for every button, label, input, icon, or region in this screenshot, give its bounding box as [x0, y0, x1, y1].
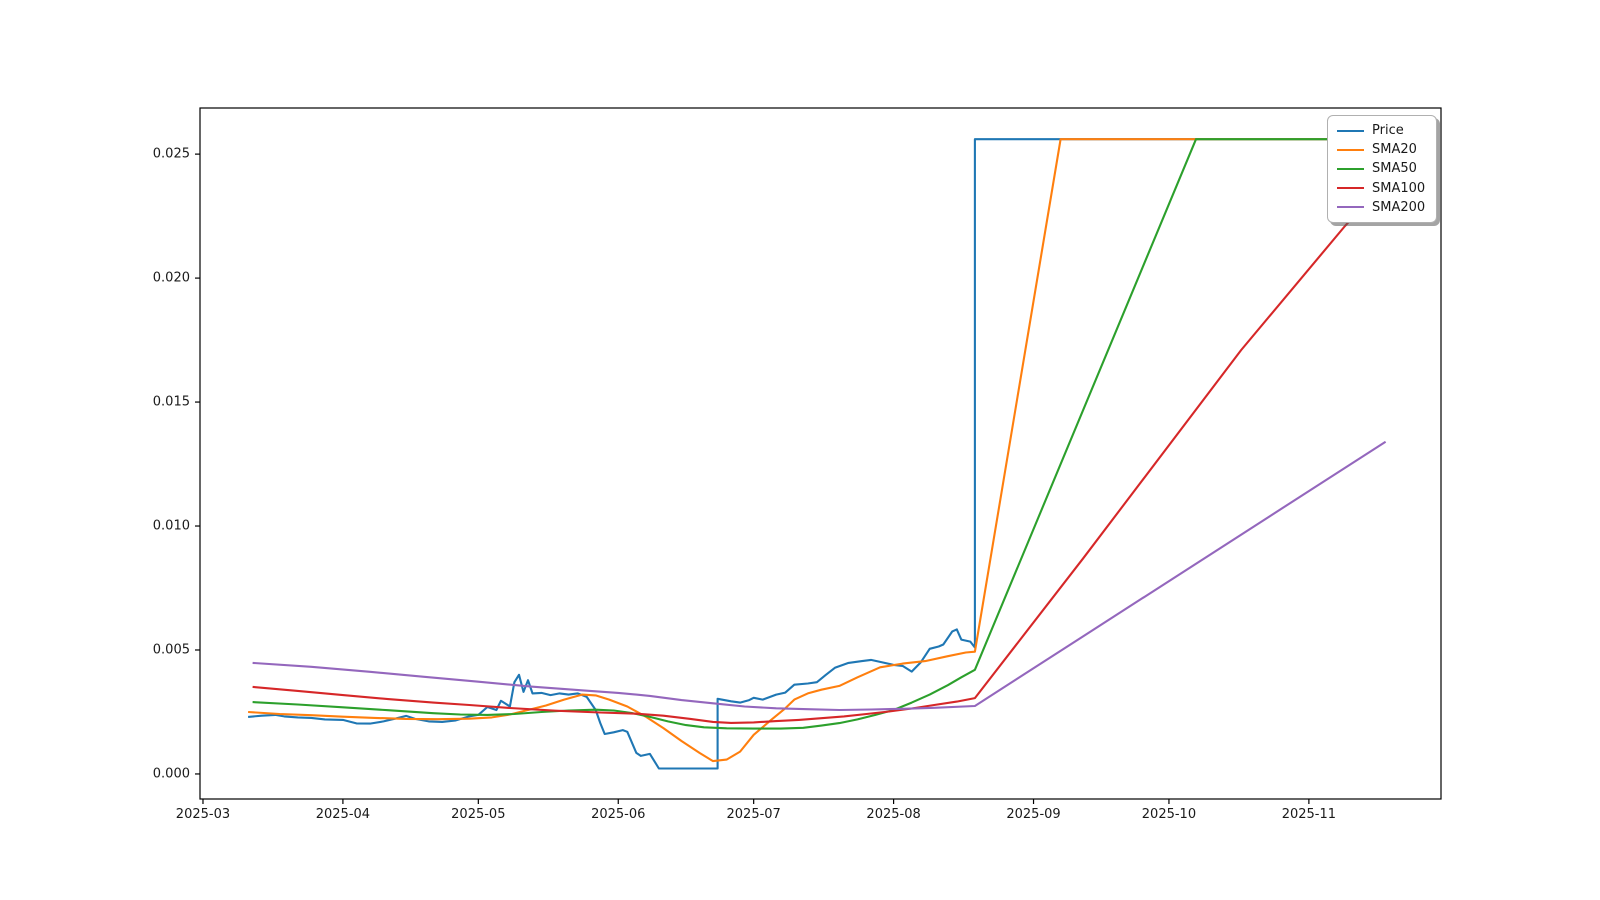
y-tick-label: 0.010: [152, 518, 190, 534]
legend-item-label: SMA20: [1372, 142, 1417, 158]
x-tick-label: 2025-03: [175, 807, 231, 822]
x-tick-label: 2025-08: [866, 807, 921, 822]
x-tick-label: 2025-11: [1281, 807, 1337, 822]
x-tick-label: 2025-06: [591, 807, 646, 822]
legend-item: SMA50: [1337, 159, 1427, 178]
legend-item-label: SMA100: [1372, 180, 1426, 196]
legend-item: Price: [1337, 121, 1427, 140]
x-tick-label: 2025-05: [451, 807, 506, 822]
series-line-sma100: [252, 180, 1387, 724]
figure-canvas: 2025-03 2025-04 2025-05 2025-06 2025-07 2025-…: [0, 0, 1600, 900]
series-line-sma200: [252, 440, 1387, 712]
x-tick-label: 2025-07: [726, 807, 781, 822]
y-tick-label: 0.005: [152, 642, 190, 658]
legend-line-swatch: [1337, 148, 1364, 151]
legend-line-swatch: [1337, 206, 1364, 209]
series-line-price: [248, 138, 1386, 770]
x-tick-label: 2025-04: [315, 807, 371, 822]
legend-line-swatch: [1337, 167, 1364, 171]
legend-item: SMA100: [1337, 179, 1427, 198]
legend-item: SMA200: [1337, 198, 1427, 217]
legend-item: SMA20: [1337, 140, 1427, 159]
y-tick-label: 0.015: [152, 394, 190, 410]
series-line-sma50: [252, 138, 1386, 730]
legend-line-swatch: [1337, 129, 1364, 132]
legend-line-swatch: [1337, 187, 1364, 190]
x-tick-label: 2025-09: [1006, 807, 1061, 822]
legend-box: Price SMA20 SMA50 SMA100 SMA200: [1327, 115, 1437, 223]
series-line-sma20: [248, 138, 1386, 763]
y-tick-label: 0.000: [152, 766, 190, 782]
plot-border: [199, 107, 1442, 800]
y-tick-label: 0.020: [152, 270, 190, 286]
y-tick-label: 0.025: [152, 146, 190, 162]
legend-item-label: SMA200: [1372, 199, 1426, 215]
x-tick-label: 2025-10: [1141, 807, 1197, 822]
legend-item-label: SMA50: [1372, 161, 1417, 177]
legend-item-label: Price: [1372, 123, 1404, 139]
